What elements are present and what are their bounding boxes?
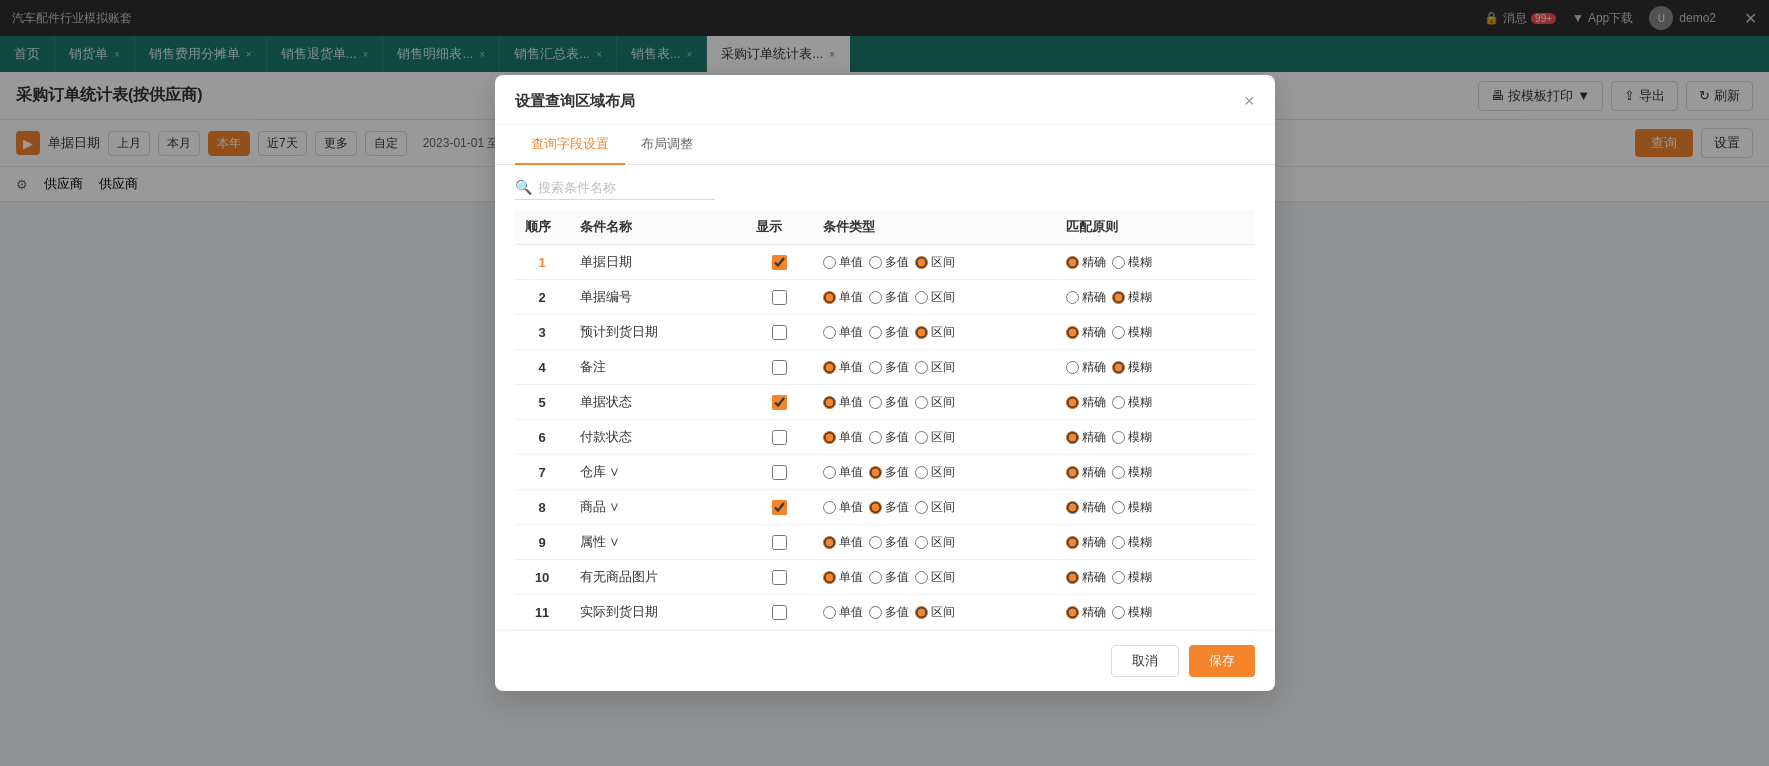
search-icon: 🔍 [515,179,532,195]
modal-title: 设置查询区域布局 [515,92,635,111]
tab-layout-adjust[interactable]: 布局调整 [625,125,709,165]
settings-modal: 设置查询区域布局 × 查询字段设置 布局调整 🔍 顺序 条件名称 显示 [495,75,1275,202]
search-wrap: 🔍 [515,175,715,200]
modal-overlay: 设置查询区域布局 × 查询字段设置 布局调整 🔍 顺序 条件名称 显示 [0,0,1769,202]
modal-close-button[interactable]: × [1244,91,1255,112]
modal-tab-bar: 查询字段设置 布局调整 [495,125,1275,165]
tab-field-settings[interactable]: 查询字段设置 [515,125,625,165]
search-input[interactable] [538,180,715,195]
modal-header: 设置查询区域布局 × [495,75,1275,125]
modal-search-area: 🔍 [495,165,1275,202]
